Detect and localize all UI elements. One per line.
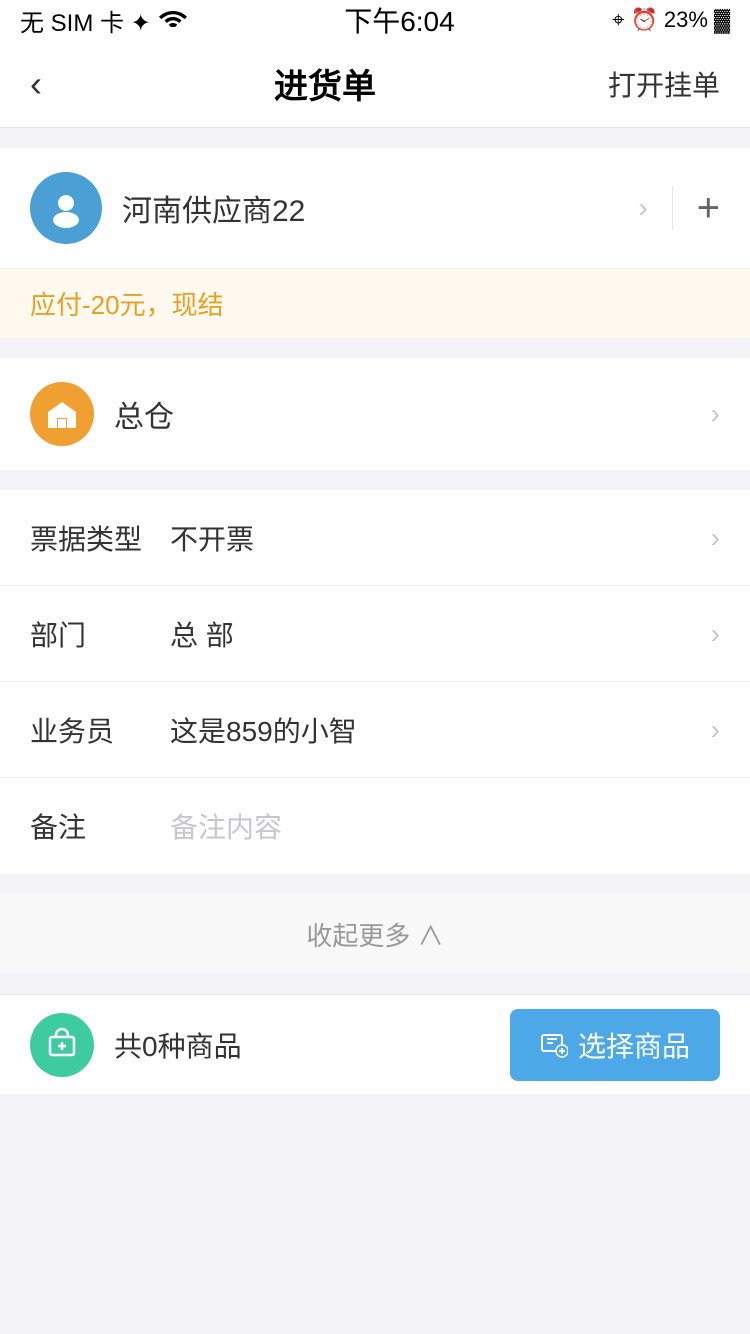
add-button[interactable]: + — [697, 186, 720, 231]
salesperson-label: 业务员 — [30, 710, 160, 750]
sim-status: 无 SIM 卡 ✦ — [20, 3, 151, 38]
battery-level: 23% — [664, 7, 708, 33]
invoice-type-row[interactable]: 票据类型 不开票 › — [0, 490, 750, 586]
page-title: 进货单 — [274, 59, 376, 108]
nav-bar: ‹ 进货单 打开挂单 — [0, 40, 750, 128]
remark-label: 备注 — [30, 806, 160, 846]
form-section: 票据类型 不开票 › 部门 总 部 › 业务员 这是859的小智 › 备注 备注… — [0, 490, 750, 874]
bottom-bar: 共0种商品 选择商品 — [0, 994, 750, 1094]
section-divider-2 — [0, 338, 750, 358]
page-background — [0, 1094, 750, 1294]
location-icon: ⌖ — [612, 7, 624, 33]
salesperson-row[interactable]: 业务员 这是859的小智 › — [0, 682, 750, 778]
status-time: 下午6:04 — [344, 0, 455, 40]
remark-input[interactable]: 备注内容 — [170, 806, 720, 846]
battery-icon: ▓ — [714, 7, 730, 33]
supplier-row[interactable]: 河南供应商22 › + — [0, 148, 750, 269]
invoice-type-value: 不开票 — [170, 518, 711, 558]
notice-row: 应付-20元，现结 — [0, 269, 750, 338]
invoice-type-label: 票据类型 — [30, 518, 160, 558]
open-pending-button[interactable]: 打开挂单 — [608, 64, 720, 104]
wifi-icon — [159, 6, 187, 34]
product-icon-wrap — [30, 1013, 94, 1077]
department-value: 总 部 — [170, 614, 711, 654]
warehouse-name: 总仓 — [114, 392, 711, 436]
section-divider-1 — [0, 128, 750, 148]
status-right: ⌖ ⏰ 23% ▓ — [612, 7, 730, 33]
supplier-arrow-icon: › — [638, 192, 647, 224]
collapse-label: 收起更多 ∧ — [306, 916, 443, 953]
status-left: 无 SIM 卡 ✦ — [20, 3, 187, 38]
back-button[interactable]: ‹ — [30, 63, 42, 105]
warehouse-card: 总仓 › — [0, 358, 750, 470]
warehouse-arrow-icon: › — [711, 398, 720, 430]
status-bar: 无 SIM 卡 ✦ 下午6:04 ⌖ ⏰ 23% ▓ — [0, 0, 750, 40]
salesperson-value: 这是859的小智 — [170, 710, 711, 750]
department-row[interactable]: 部门 总 部 › — [0, 586, 750, 682]
supplier-name: 河南供应商22 — [122, 186, 638, 230]
supplier-divider — [672, 186, 673, 230]
invoice-type-arrow-icon: › — [711, 522, 720, 554]
collapse-row[interactable]: 收起更多 ∧ — [0, 894, 750, 974]
select-product-label: 选择商品 — [578, 1025, 690, 1065]
department-arrow-icon: › — [711, 618, 720, 650]
department-label: 部门 — [30, 614, 160, 654]
warehouse-row[interactable]: 总仓 › — [0, 358, 750, 470]
salesperson-arrow-icon: › — [711, 714, 720, 746]
product-count: 共0种商品 — [114, 1025, 510, 1065]
supplier-avatar — [30, 172, 102, 244]
select-product-button[interactable]: 选择商品 — [510, 1009, 720, 1081]
supplier-card: 河南供应商22 › + 应付-20元，现结 — [0, 148, 750, 338]
alarm-icon: ⏰ — [630, 7, 657, 33]
remark-row[interactable]: 备注 备注内容 — [0, 778, 750, 874]
warehouse-icon-wrap — [30, 382, 94, 446]
